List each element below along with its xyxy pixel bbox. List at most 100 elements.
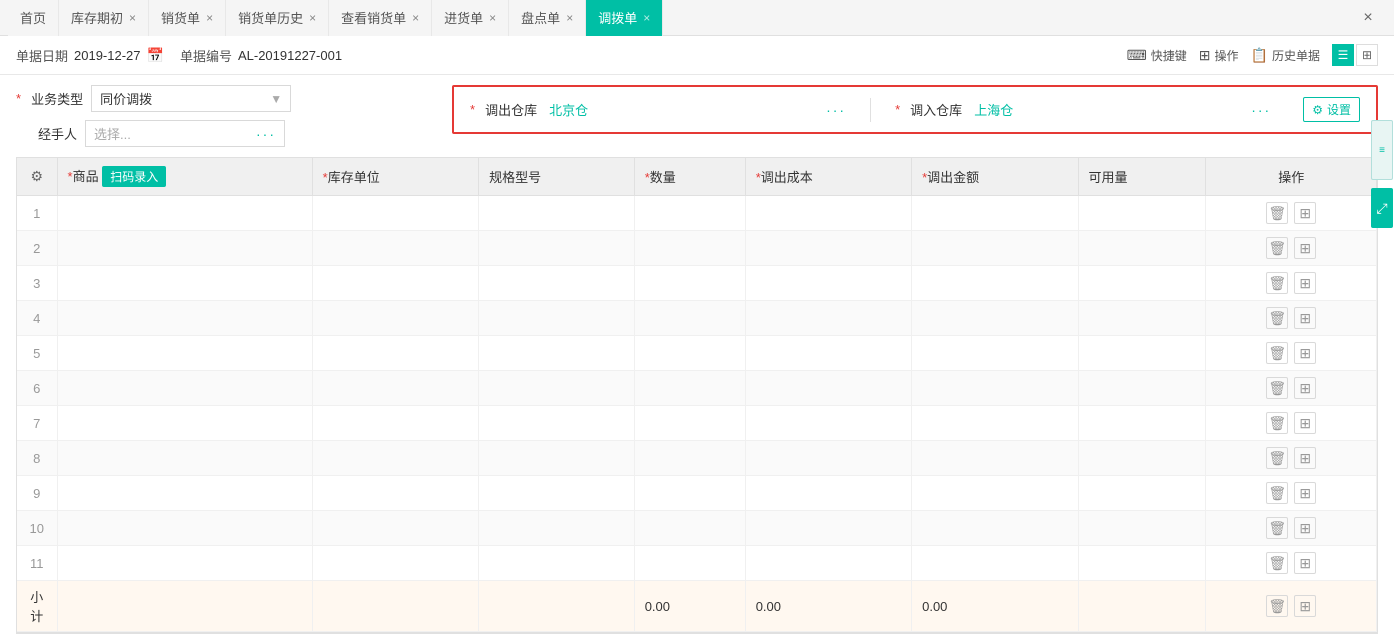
row-product[interactable]	[57, 196, 312, 231]
row-amount[interactable]	[912, 546, 1078, 581]
row-spec[interactable]	[479, 546, 635, 581]
row-unit[interactable]	[312, 476, 478, 511]
row-cost[interactable]	[745, 371, 911, 406]
row-spec[interactable]	[479, 511, 635, 546]
row-cost[interactable]	[745, 336, 911, 371]
row-spec[interactable]	[479, 441, 635, 476]
close-icon[interactable]: ×	[489, 12, 496, 24]
row-spec[interactable]	[479, 266, 635, 301]
row-available[interactable]	[1078, 371, 1206, 406]
row-product[interactable]	[57, 266, 312, 301]
copy-row-button[interactable]: ⊞	[1294, 307, 1316, 329]
row-cost[interactable]	[745, 511, 911, 546]
row-amount[interactable]	[912, 406, 1078, 441]
delete-row-button[interactable]: 🗑	[1266, 202, 1288, 224]
row-product[interactable]	[57, 511, 312, 546]
row-cost[interactable]	[745, 196, 911, 231]
copy-row-button[interactable]: ⊞	[1294, 342, 1316, 364]
delete-row-button[interactable]: 🗑	[1266, 237, 1288, 259]
row-quantity[interactable]	[634, 371, 745, 406]
copy-row-button[interactable]: ⊞	[1294, 202, 1316, 224]
row-amount[interactable]	[912, 441, 1078, 476]
copy-row-button[interactable]: ⊞	[1294, 552, 1316, 574]
row-available[interactable]	[1078, 266, 1206, 301]
copy-row-button[interactable]: ⊞	[1294, 447, 1316, 469]
copy-row-button[interactable]: ⊞	[1294, 482, 1316, 504]
row-cost[interactable]	[745, 441, 911, 476]
row-spec[interactable]	[479, 371, 635, 406]
row-product[interactable]	[57, 301, 312, 336]
row-product[interactable]	[57, 546, 312, 581]
row-amount[interactable]	[912, 476, 1078, 511]
row-product[interactable]	[57, 476, 312, 511]
row-unit[interactable]	[312, 511, 478, 546]
row-available[interactable]	[1078, 406, 1206, 441]
row-unit[interactable]	[312, 336, 478, 371]
tab-inventory-init[interactable]: 库存期初 ×	[59, 0, 149, 36]
delete-row-button[interactable]: 🗑	[1266, 517, 1288, 539]
copy-subtotal-button[interactable]: ⊞	[1294, 595, 1316, 617]
delete-row-button[interactable]: 🗑	[1266, 377, 1288, 399]
row-quantity[interactable]	[634, 406, 745, 441]
sidebar-list-button[interactable]: ≡	[1371, 120, 1393, 180]
row-amount[interactable]	[912, 511, 1078, 546]
row-available[interactable]	[1078, 301, 1206, 336]
delete-row-button[interactable]: 🗑	[1266, 342, 1288, 364]
row-unit[interactable]	[312, 371, 478, 406]
close-icon[interactable]: ×	[129, 12, 136, 24]
date-picker-icon[interactable]: 📅	[147, 47, 164, 64]
row-quantity[interactable]	[634, 546, 745, 581]
business-type-select[interactable]: 同价调拨 ▼	[91, 85, 291, 112]
row-amount[interactable]	[912, 301, 1078, 336]
tab-sales-history[interactable]: 销货单历史 ×	[226, 0, 329, 36]
close-icon[interactable]: ×	[206, 12, 213, 24]
row-available[interactable]	[1078, 441, 1206, 476]
row-amount[interactable]	[912, 336, 1078, 371]
row-unit[interactable]	[312, 406, 478, 441]
row-available[interactable]	[1078, 511, 1206, 546]
copy-row-button[interactable]: ⊞	[1294, 237, 1316, 259]
row-product[interactable]	[57, 406, 312, 441]
warehouse-out-more-icon[interactable]: ···	[826, 102, 846, 118]
row-product[interactable]	[57, 231, 312, 266]
handler-more-icon[interactable]: ···	[256, 126, 276, 142]
list-view-button[interactable]: ☰	[1332, 44, 1354, 66]
row-available[interactable]	[1078, 231, 1206, 266]
delete-row-button[interactable]: 🗑	[1266, 552, 1288, 574]
row-spec[interactable]	[479, 476, 635, 511]
row-cost[interactable]	[745, 406, 911, 441]
tab-transfer-order[interactable]: 调拨单 ×	[586, 0, 663, 36]
copy-row-button[interactable]: ⊞	[1294, 517, 1316, 539]
row-amount[interactable]	[912, 266, 1078, 301]
close-icon[interactable]: ×	[309, 12, 316, 24]
row-unit[interactable]	[312, 301, 478, 336]
row-unit[interactable]	[312, 231, 478, 266]
close-icon[interactable]: ×	[643, 12, 650, 24]
operation-button[interactable]: ⊞ 操作	[1199, 47, 1239, 64]
row-quantity[interactable]	[634, 231, 745, 266]
row-amount[interactable]	[912, 371, 1078, 406]
tab-inventory-count[interactable]: 盘点单 ×	[509, 0, 586, 36]
barcode-scan-button[interactable]: 扫码录入	[102, 166, 166, 187]
tab-home[interactable]: 首页	[8, 0, 59, 36]
tab-view-sales[interactable]: 查看销货单 ×	[329, 0, 432, 36]
row-cost[interactable]	[745, 301, 911, 336]
copy-row-button[interactable]: ⊞	[1294, 272, 1316, 294]
row-amount[interactable]	[912, 231, 1078, 266]
row-product[interactable]	[57, 336, 312, 371]
delete-row-button[interactable]: 🗑	[1266, 447, 1288, 469]
copy-row-button[interactable]: ⊞	[1294, 377, 1316, 399]
row-quantity[interactable]	[634, 196, 745, 231]
row-quantity[interactable]	[634, 266, 745, 301]
shortcut-button[interactable]: ⌨ 快捷键	[1127, 47, 1187, 64]
sidebar-expand-button[interactable]: ⤢	[1371, 188, 1393, 228]
delete-subtotal-button[interactable]: 🗑	[1266, 595, 1288, 617]
row-available[interactable]	[1078, 336, 1206, 371]
row-spec[interactable]	[479, 231, 635, 266]
row-quantity[interactable]	[634, 441, 745, 476]
close-icon[interactable]: ×	[412, 12, 419, 24]
row-available[interactable]	[1078, 546, 1206, 581]
row-available[interactable]	[1078, 476, 1206, 511]
settings-button[interactable]: ⚙ 设置	[1303, 97, 1360, 122]
row-available[interactable]	[1078, 196, 1206, 231]
